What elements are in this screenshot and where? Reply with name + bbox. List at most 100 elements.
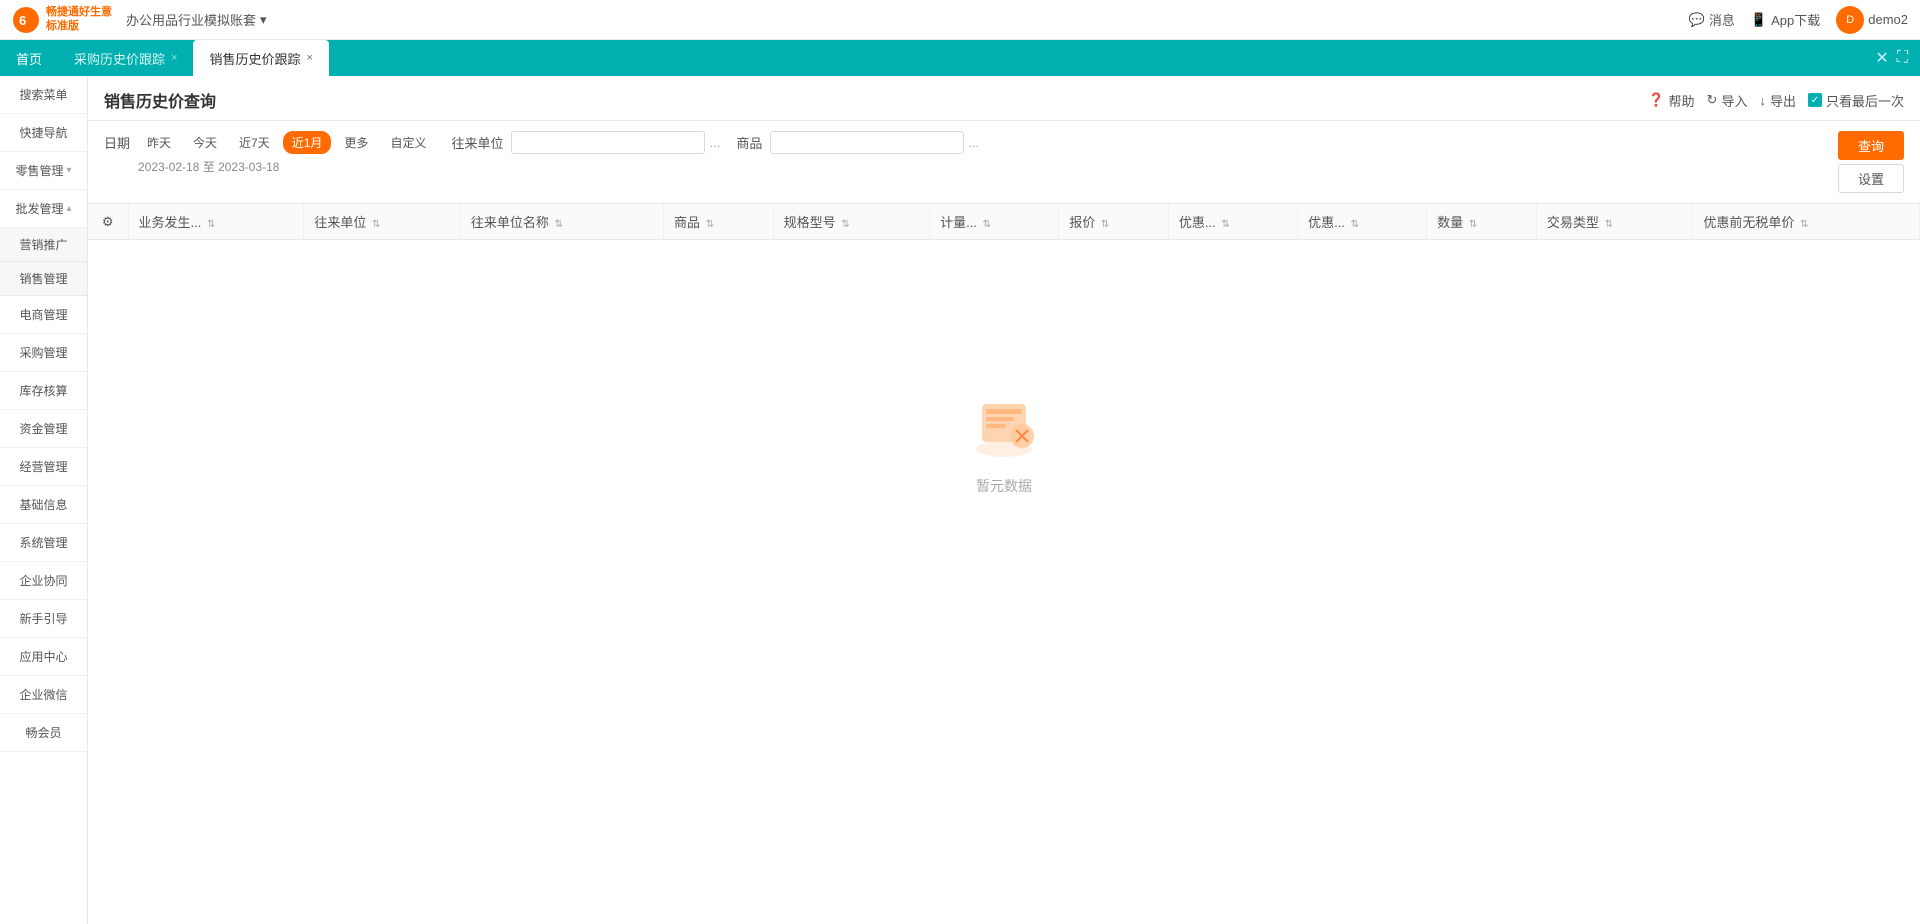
th-unit[interactable]: 计量... ⇅ [930, 204, 1059, 240]
chevron-icon-wholesale: ▴ [66, 203, 71, 214]
sidebar-item-retail-mgmt[interactable]: 零售管理 ▾ [0, 152, 87, 190]
th-gear[interactable]: ⚙ [88, 204, 128, 240]
sidebar-item-newbie[interactable]: 新手引导 [0, 600, 87, 638]
query-button[interactable]: 查询 [1838, 131, 1904, 160]
sidebar-item-marketing[interactable]: 营销推广 [0, 228, 87, 262]
sort-icon-quote: ⇅ [1101, 219, 1109, 230]
product-input[interactable] [770, 131, 964, 154]
product-filter-label: 商品 [736, 131, 762, 152]
sidebar-item-corp-wechat[interactable]: 企业微信 [0, 676, 87, 714]
only-last-checkbox-label[interactable]: ✓ 只看最后一次 [1808, 91, 1904, 110]
th-quote[interactable]: 报价 ⇅ [1059, 204, 1169, 240]
sort-icon-product: ⇅ [706, 219, 714, 230]
download-icon: 📱 [1751, 12, 1767, 28]
sidebar-label-basic-info: 基础信息 [19, 496, 67, 513]
sidebar-label-purchase-mgmt: 采购管理 [19, 344, 67, 361]
th-discount1-label: 优惠... [1179, 215, 1216, 230]
sidebar-item-member[interactable]: 畅会员 [0, 714, 87, 752]
import-button[interactable]: ↻ 导入 [1707, 91, 1748, 110]
th-product[interactable]: 商品 ⇅ [663, 204, 773, 240]
sidebar-label-inventory: 库存核算 [19, 382, 67, 399]
export-icon: ↓ [1759, 93, 1766, 108]
sidebar-item-quick-nav[interactable]: 快捷导航 [0, 114, 87, 152]
th-trade-type-label: 交易类型 [1547, 215, 1599, 230]
top-header: 6 畅捷通好生意 标准版 办公用品行业模拟账套 ▾ 💬 消息 📱 App下载 D… [0, 0, 1920, 40]
date-btn-today[interactable]: 今天 [184, 131, 226, 154]
product-dots-button[interactable]: ... [968, 135, 979, 150]
date-btn-yesterday[interactable]: 昨天 [138, 131, 180, 154]
sidebar-item-purchase-mgmt[interactable]: 采购管理 [0, 334, 87, 372]
tab-close-all-button[interactable]: ✕ [1875, 48, 1888, 68]
th-biz-date-label: 业务发生... [139, 215, 202, 230]
settings-button[interactable]: 设置 [1838, 164, 1904, 193]
partner-dots-button[interactable]: ... [709, 135, 720, 150]
import-icon: ↻ [1707, 92, 1718, 108]
user-menu[interactable]: D demo2 [1836, 6, 1908, 34]
sort-icon-partner-name: ⇅ [554, 219, 562, 230]
help-button[interactable]: ❓ 帮助 [1648, 91, 1694, 110]
sidebar-item-app-center[interactable]: 应用中心 [0, 638, 87, 676]
sort-icon-qty: ⇅ [1469, 219, 1477, 230]
tab-home[interactable]: 首页 [0, 40, 58, 76]
sidebar-label-enterprise: 企业协同 [19, 572, 67, 589]
header-left: 6 畅捷通好生意 标准版 办公用品行业模拟账套 ▾ [12, 6, 273, 34]
sidebar-item-basic-info[interactable]: 基础信息 [0, 486, 87, 524]
sidebar-label-operations: 经营管理 [19, 458, 67, 475]
sidebar-item-wholesale-mgmt[interactable]: 批发管理 ▴ [0, 190, 87, 228]
tab-close-sales[interactable]: × [306, 52, 312, 64]
th-pre-tax-label: 优惠前无税单价 [1703, 215, 1794, 230]
sidebar-label-app-center: 应用中心 [19, 648, 67, 665]
th-partner-code[interactable]: 往来单位 ⇅ [304, 204, 460, 240]
sort-icon-spec: ⇅ [841, 219, 849, 230]
th-quote-label: 报价 [1069, 215, 1095, 230]
sidebar-item-search-menu[interactable]: 搜索菜单 [0, 76, 87, 114]
sort-icon-partner-code: ⇅ [372, 219, 380, 230]
tab-purchase-history[interactable]: 采购历史价跟踪 × [58, 40, 193, 76]
th-pre-tax[interactable]: 优惠前无税单价 ⇅ [1693, 204, 1920, 240]
th-spec-label: 规格型号 [784, 215, 836, 230]
empty-icon [964, 384, 1044, 464]
logo-area: 6 畅捷通好生意 标准版 [12, 6, 112, 34]
partner-filter-label: 往来单位 [451, 131, 503, 152]
th-discount1[interactable]: 优惠... ⇅ [1168, 204, 1297, 240]
th-biz-date[interactable]: 业务发生... ⇅ [128, 204, 304, 240]
partner-input[interactable] [511, 131, 705, 154]
th-spec[interactable]: 规格型号 ⇅ [773, 204, 929, 240]
date-btn-group: 昨天 今天 近7天 近1月 更多 自定义 [138, 131, 435, 154]
sidebar-label-corp-wechat: 企业微信 [19, 686, 67, 703]
message-button[interactable]: 💬 消息 [1689, 10, 1735, 29]
sidebar-item-ecommerce[interactable]: 电商管理 [0, 296, 87, 334]
data-table: ⚙ 业务发生... ⇅ 往来单位 ⇅ 往来单位名称 ⇅ [88, 204, 1920, 240]
chevron-icon-retail: ▾ [66, 165, 71, 176]
sort-icon-discount1: ⇅ [1221, 219, 1229, 230]
tab-close-purchase[interactable]: × [171, 52, 177, 64]
help-icon: ❓ [1648, 92, 1664, 108]
sidebar-item-sales-mgmt[interactable]: 销售管理 [0, 262, 87, 296]
export-button[interactable]: ↓ 导出 [1759, 91, 1796, 110]
tab-maximize-button[interactable]: ⛶ [1897, 49, 1908, 67]
date-btn-7days[interactable]: 近7天 [230, 131, 279, 154]
sidebar-item-system[interactable]: 系统管理 [0, 524, 87, 562]
app-selector[interactable]: 办公用品行业模拟账套 ▾ [120, 8, 273, 31]
sidebar-item-operations[interactable]: 经营管理 [0, 448, 87, 486]
message-icon: 💬 [1689, 12, 1705, 28]
sidebar-item-enterprise[interactable]: 企业协同 [0, 562, 87, 600]
th-partner-name[interactable]: 往来单位名称 ⇅ [460, 204, 663, 240]
date-btn-custom[interactable]: 自定义 [381, 131, 435, 154]
sidebar-item-inventory[interactable]: 库存核算 [0, 372, 87, 410]
th-discount2-label: 优惠... [1308, 215, 1345, 230]
tab-sales-history[interactable]: 销售历史价跟踪 × [193, 40, 328, 76]
sort-icon-biz-date: ⇅ [207, 219, 215, 230]
date-range-display: 2023-02-18 至 2023-03-18 [138, 158, 435, 175]
app-download-button[interactable]: 📱 App下载 [1751, 10, 1820, 29]
date-btn-1month[interactable]: 近1月 [283, 131, 332, 154]
sidebar-label-quick-nav: 快捷导航 [19, 124, 67, 141]
th-trade-type[interactable]: 交易类型 ⇅ [1536, 204, 1692, 240]
page-title: 销售历史价查询 [104, 88, 216, 112]
th-qty[interactable]: 数量 ⇅ [1427, 204, 1537, 240]
sidebar-item-finance[interactable]: 资金管理 [0, 410, 87, 448]
date-filter-label: 日期 [104, 131, 130, 152]
date-btn-more[interactable]: 更多 [335, 131, 377, 154]
th-discount2[interactable]: 优惠... ⇅ [1298, 204, 1427, 240]
chevron-down-icon: ▾ [260, 12, 267, 28]
